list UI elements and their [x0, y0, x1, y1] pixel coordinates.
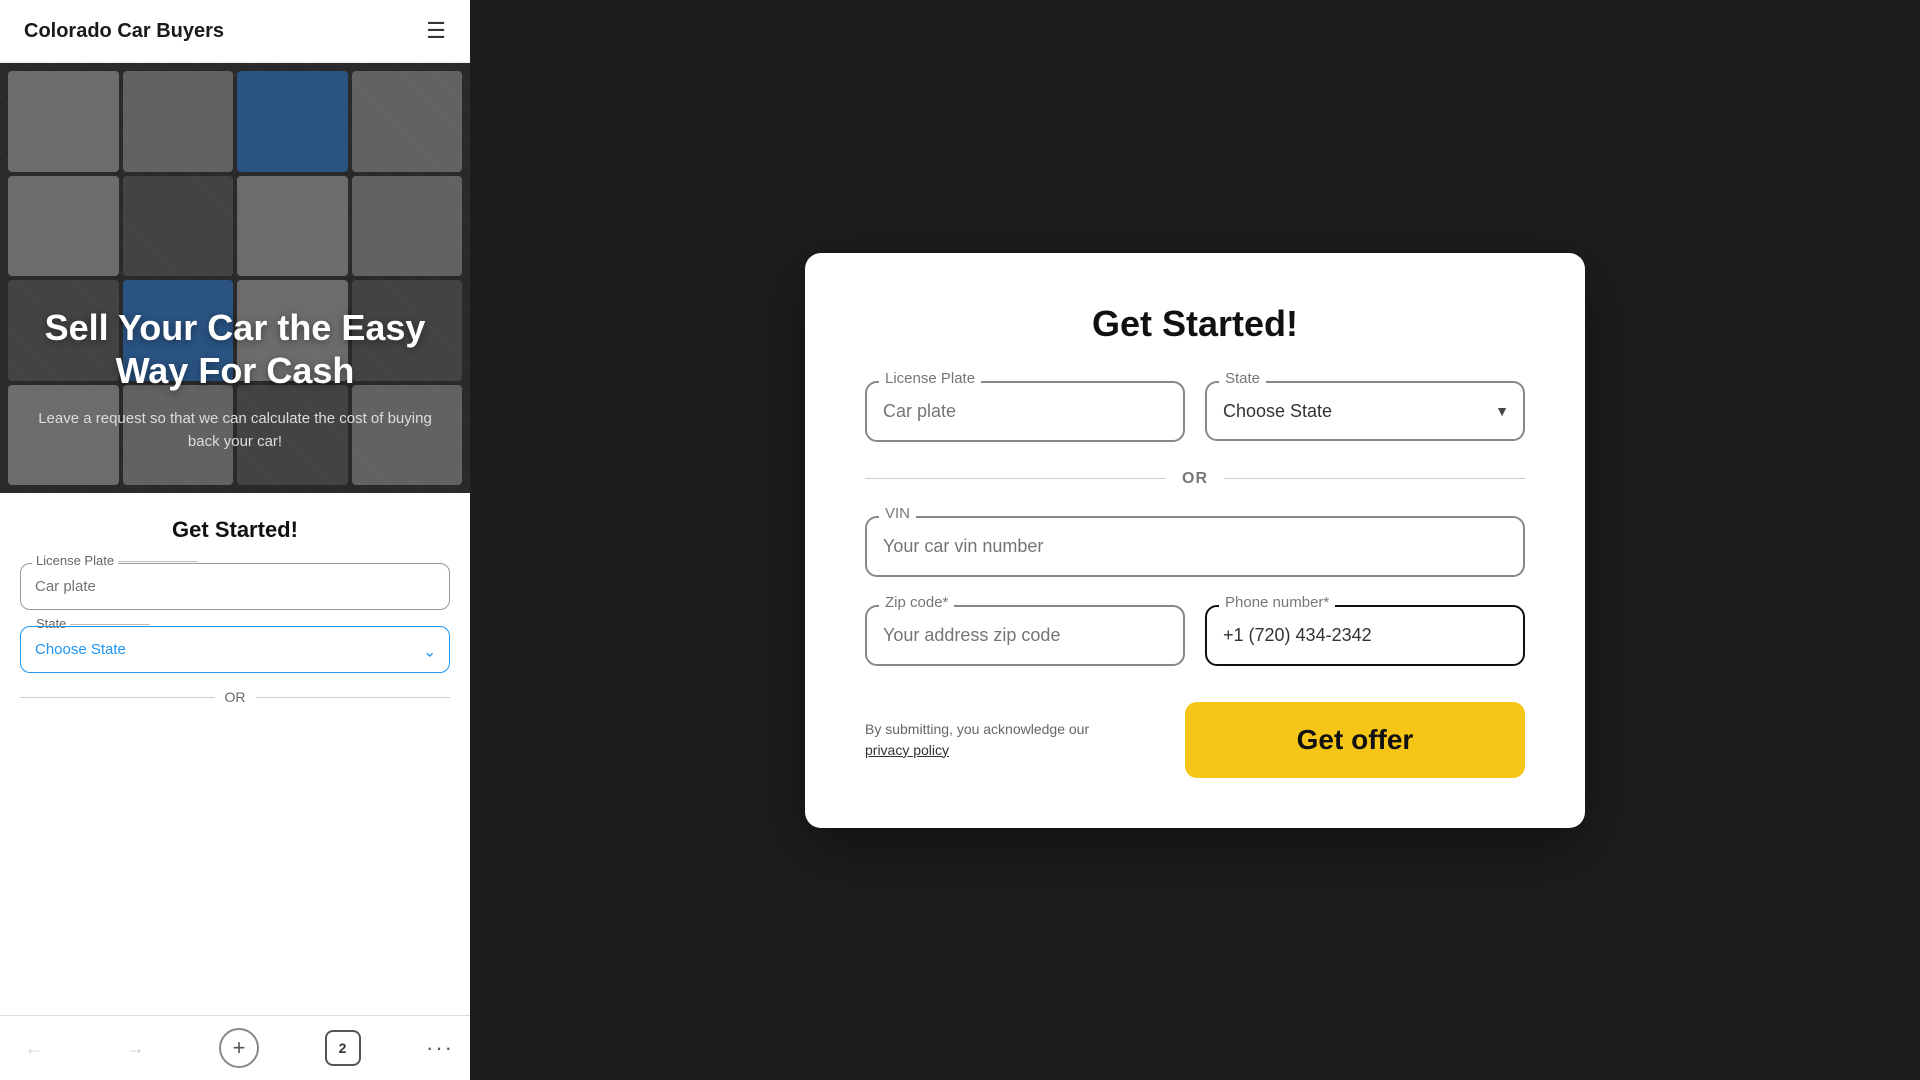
desktop-vin-label: VIN	[879, 505, 916, 522]
hero-subtitle: Leave a request so that we can calculate…	[30, 408, 440, 453]
mobile-header: Colorado Car Buyers ☰	[0, 0, 470, 63]
hero-text: Sell Your Car the Easy Way For Cash Leav…	[0, 306, 470, 453]
mobile-license-plate-label: License Plate	[32, 553, 118, 568]
desktop-state-label: State	[1219, 370, 1266, 387]
mobile-license-plate-input[interactable]	[20, 563, 450, 610]
desktop-state-select-wrapper: Choose State Colorado California Texas N…	[1205, 381, 1525, 441]
desktop-zip-label: Zip code*	[879, 594, 954, 611]
desktop-phone-field: Phone number*	[1205, 605, 1525, 666]
desktop-license-plate-field: License Plate	[865, 381, 1185, 442]
desktop-state-field: State Choose State Colorado California T…	[1205, 381, 1525, 442]
privacy-policy-link[interactable]: privacy policy	[865, 742, 949, 758]
car-cell	[237, 176, 348, 277]
mobile-or-text: OR	[225, 689, 246, 705]
car-cell	[123, 176, 234, 277]
more-options-button[interactable]: ···	[426, 1035, 454, 1061]
desktop-plate-state-row: License Plate State Choose State Colorad…	[865, 381, 1525, 442]
mobile-form-title: Get Started!	[20, 517, 450, 543]
desktop-form-title: Get Started!	[865, 303, 1525, 345]
car-cell	[352, 71, 463, 172]
mobile-or-divider: OR	[20, 689, 450, 705]
desktop-vin-input[interactable]	[865, 516, 1525, 577]
mobile-logo: Colorado Car Buyers	[24, 20, 224, 43]
desktop-phone-input[interactable]	[1205, 605, 1525, 666]
desktop-panel: Get Started! License Plate State Choose …	[470, 0, 1920, 1080]
mobile-or-line-right	[256, 697, 451, 698]
add-tab-button[interactable]: +	[219, 1028, 259, 1068]
back-button[interactable]: ←	[16, 1030, 52, 1066]
mobile-browser-bar: ← → + 2 ···	[0, 1015, 470, 1080]
desktop-vin-field: VIN	[865, 516, 1525, 577]
mobile-panel: Colorado Car Buyers ☰	[0, 0, 470, 1080]
car-cell	[237, 71, 348, 172]
mobile-state-select[interactable]: Choose State Colorado California Texas	[20, 626, 450, 673]
forward-button[interactable]: →	[118, 1030, 154, 1066]
desktop-zip-input[interactable]	[865, 605, 1185, 666]
desktop-zip-phone-row: Zip code* Phone number*	[865, 605, 1525, 666]
hamburger-icon[interactable]: ☰	[426, 18, 446, 44]
car-cell	[8, 71, 119, 172]
desktop-license-plate-label: License Plate	[879, 370, 981, 387]
desktop-or-text: OR	[1182, 470, 1208, 488]
desktop-state-select[interactable]: Choose State Colorado California Texas N…	[1205, 381, 1525, 441]
desktop-zip-field: Zip code*	[865, 605, 1185, 666]
mobile-or-line-left	[20, 697, 215, 698]
car-cell	[352, 176, 463, 277]
desktop-phone-label: Phone number*	[1219, 594, 1335, 611]
desktop-or-line-right	[1224, 478, 1525, 479]
desktop-or-line-left	[865, 478, 1166, 479]
desktop-form-card: Get Started! License Plate State Choose …	[805, 253, 1585, 828]
desktop-or-divider: OR	[865, 470, 1525, 488]
car-cell	[123, 71, 234, 172]
hero-title: Sell Your Car the Easy Way For Cash	[30, 306, 440, 392]
desktop-license-plate-input[interactable]	[865, 381, 1185, 442]
tab-count[interactable]: 2	[325, 1030, 361, 1066]
desktop-bottom-row: By submitting, you acknowledge our priva…	[865, 702, 1525, 778]
desktop-privacy-text: By submitting, you acknowledge our priva…	[865, 719, 1125, 761]
mobile-form-card: Get Started! License Plate State Choose …	[0, 493, 470, 1080]
desktop-vin-row: VIN	[865, 516, 1525, 577]
desktop-privacy-prefix: By submitting, you acknowledge our	[865, 721, 1089, 737]
car-cell	[8, 176, 119, 277]
mobile-state-select-wrapper: Choose State Colorado California Texas	[20, 626, 450, 673]
get-offer-button[interactable]: Get offer	[1185, 702, 1525, 778]
mobile-state-group: State Choose State Colorado California T…	[20, 626, 450, 673]
mobile-license-plate-group: License Plate	[20, 563, 450, 610]
hero-section: Sell Your Car the Easy Way For Cash Leav…	[0, 63, 470, 493]
